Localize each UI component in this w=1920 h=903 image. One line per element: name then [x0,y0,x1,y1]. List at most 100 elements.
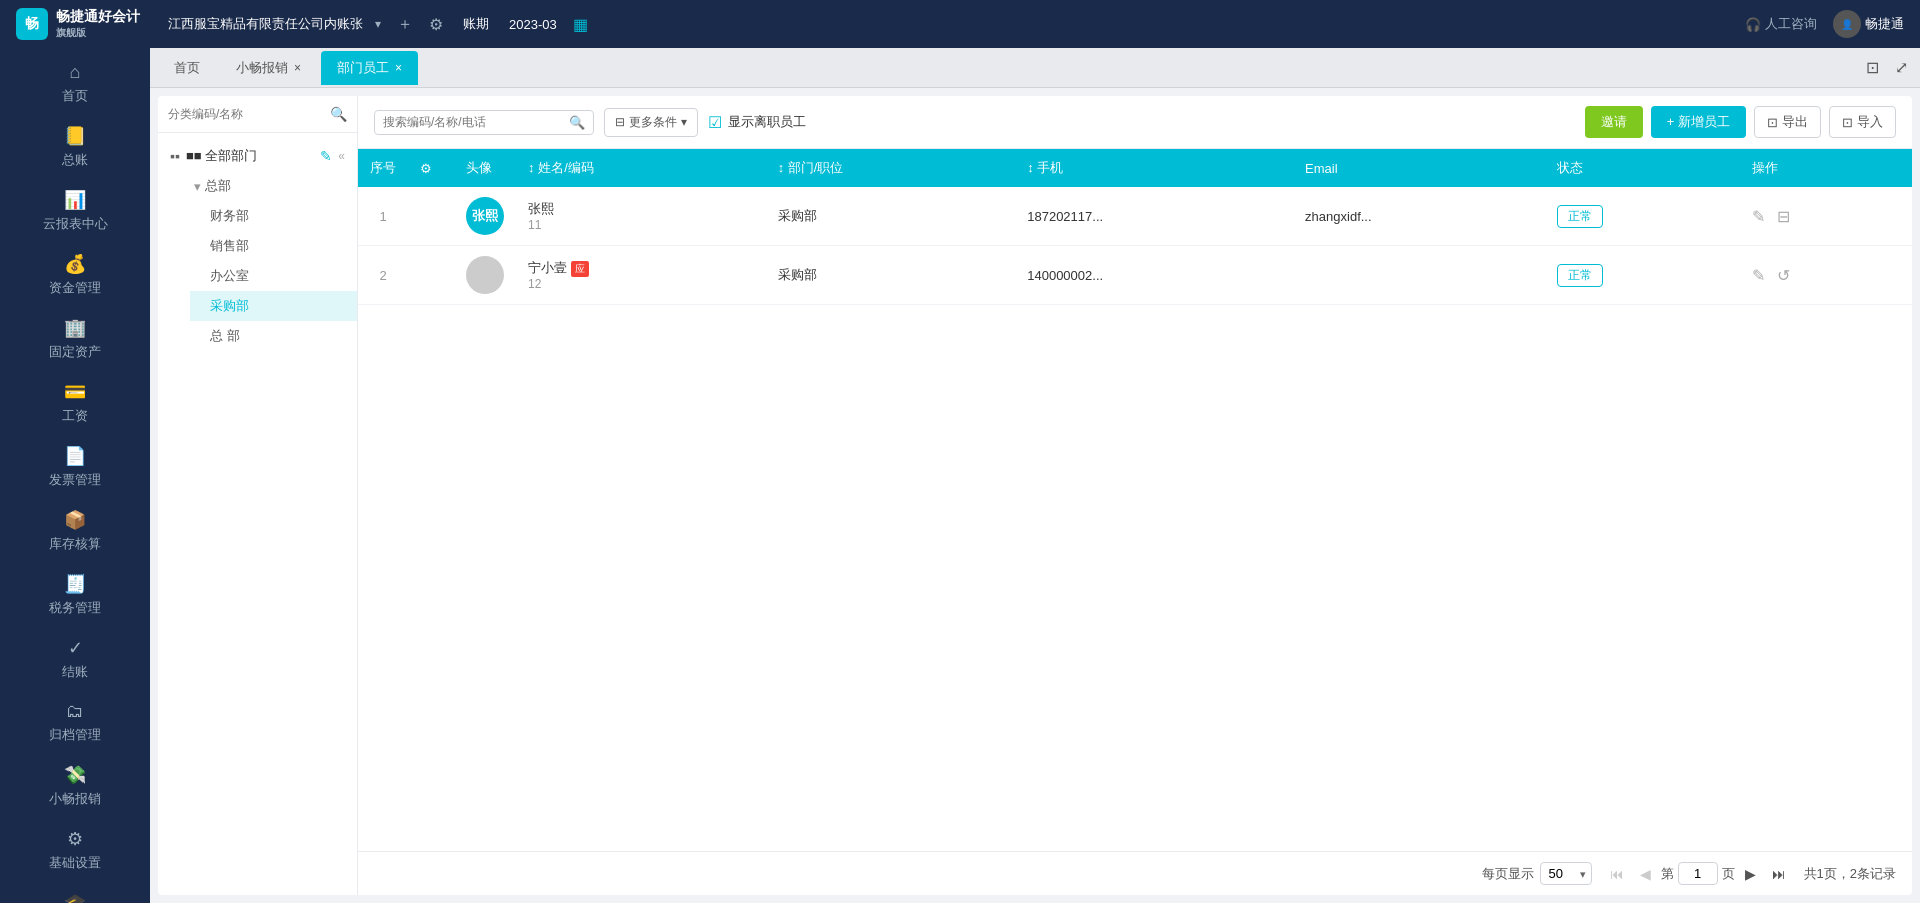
sidebar: ⌂ 首页 📒 总账 📊 云报表中心 💰 资金管理 🏢 固定资产 💳 工资 📄 发… [0,48,150,903]
employee-search-icon[interactable]: 🔍 [569,115,585,130]
per-page-selector: 每页显示 10 20 50 100 [1482,862,1592,885]
dept-search-input[interactable] [168,107,326,121]
logo-area: 畅 畅捷通好会计 旗舰版 [16,8,156,40]
sidebar-item-reports[interactable]: 📊 云报表中心 [0,179,150,243]
cell-actions: ✎⊟ [1740,187,1912,246]
dept-sales[interactable]: 销售部 [190,231,357,261]
edit-icon[interactable]: ✎ [1752,266,1765,285]
content-area: 首页 小畅报销 × 部门员工 × ⊡ ⤢ 🔍 [150,48,1920,903]
table-footer: 每页显示 10 20 50 100 ⏮ ◀ [358,851,1912,895]
sidebar-item-closing[interactable]: ✓ 结账 [0,627,150,691]
sidebar-label-invoice: 发票管理 [49,471,101,489]
tab-expense[interactable]: 小畅报销 × [220,51,317,85]
tab-home[interactable]: 首页 [158,51,216,85]
dept-tree: ▪▪ ■■ 全部部门 ✎ « ▾ 总部 财务部 [158,133,357,895]
col-mobile[interactable]: ↕ 手机 [1015,149,1293,187]
page-unit: 页 [1722,865,1735,883]
sidebar-label-funds: 资金管理 [49,279,101,297]
dept-collapse-icon[interactable]: « [338,149,345,163]
tab-department[interactable]: 部门员工 × [321,51,418,85]
more-filter-button[interactable]: ⊟ 更多条件 ▾ [604,108,698,137]
sidebar-item-home[interactable]: ⌂ 首页 [0,52,150,115]
sidebar-item-tax[interactable]: 🧾 税务管理 [0,563,150,627]
sidebar-item-expense[interactable]: 💸 小畅报销 [0,754,150,818]
delete-icon[interactable]: ⊟ [1777,207,1790,226]
next-page-button[interactable]: ▶ [1739,864,1762,884]
page-input[interactable] [1678,862,1718,885]
show-resign-toggle[interactable]: ☑ 显示离职员工 [708,113,806,132]
all-departments-label: ■■ 全部部门 [186,147,314,165]
invite-button[interactable]: 邀请 [1585,106,1643,138]
dept-purchasing[interactable]: 采购部 [190,291,357,321]
dept-office[interactable]: 办公室 [190,261,357,291]
sidebar-item-assets[interactable]: 🏢 固定资产 [0,307,150,371]
company-dropdown-icon[interactable]: ▾ [375,17,381,31]
service-label: 人工咨询 [1765,15,1817,33]
export-button[interactable]: ⊡ 导出 [1754,106,1821,138]
cell-avatar: 张熙 [454,187,516,246]
sidebar-item-invoice[interactable]: 📄 发票管理 [0,435,150,499]
app-title: 畅捷通好会计 [56,8,140,26]
sidebar-item-archive[interactable]: 🗂 归档管理 [0,691,150,754]
col-settings[interactable]: ⚙ [408,149,454,187]
ledger-icon: 📒 [64,125,86,147]
per-page-select[interactable]: 10 20 50 100 [1540,862,1592,885]
prev-page-button[interactable]: ◀ [1634,864,1657,884]
add-company-icon[interactable]: ＋ [397,14,413,35]
assets-icon: 🏢 [64,317,86,339]
guide-icon: 🎓 [64,892,86,903]
tab-department-label: 部门员工 [337,59,389,77]
dept-purchasing-label: 采购部 [210,297,249,315]
tab-expense-close[interactable]: × [294,61,301,75]
sidebar-item-funds[interactable]: 💰 资金管理 [0,243,150,307]
dept-parent-general[interactable]: ▾ 总部 [174,171,357,201]
delete-icon[interactable]: ↺ [1777,266,1790,285]
dept-finance[interactable]: 财务部 [190,201,357,231]
employee-search-input[interactable] [383,115,563,129]
col-actions: 操作 [1740,149,1912,187]
tab-department-close[interactable]: × [395,61,402,75]
sidebar-item-inventory[interactable]: 📦 库存核算 [0,499,150,563]
tab-expense-label: 小畅报销 [236,59,288,77]
page-label: 第 [1661,865,1674,883]
edit-icon[interactable]: ✎ [1752,207,1765,226]
import-button[interactable]: ⊡ 导入 [1829,106,1896,138]
headset-icon: 🎧 [1745,17,1761,32]
grid-icon: ▪▪ [170,148,180,164]
sidebar-item-guide[interactable]: 🎓 新手引导 [0,882,150,903]
sidebar-item-settings[interactable]: ⚙ 基础设置 [0,818,150,882]
col-name-code[interactable]: ↕ ↕ 姓名/编码姓名/编码 [516,149,766,187]
first-page-button[interactable]: ⏮ [1604,864,1630,884]
dept-edit-icon[interactable]: ✎ [320,148,332,164]
sidebar-item-ledger[interactable]: 📒 总账 [0,115,150,179]
user-menu[interactable]: 👤 畅捷通 [1833,10,1904,38]
tab-expand-button[interactable]: ⤢ [1891,54,1912,81]
all-departments-item[interactable]: ▪▪ ■■ 全部部门 ✎ « [158,141,357,171]
sidebar-label-home: 首页 [62,87,88,105]
svg-point-0 [477,262,493,278]
cell-status: 正常 [1545,187,1740,246]
company-name[interactable]: 江西服宝精品有限责任公司内账张 [168,15,363,33]
sidebar-label-reports: 云报表中心 [43,215,108,233]
last-page-button[interactable]: ⏭ [1766,864,1792,884]
calendar-icon[interactable]: ▦ [573,15,588,34]
service-button[interactable]: 🎧 人工咨询 [1745,15,1817,33]
tab-restore-button[interactable]: ⊡ [1862,54,1883,81]
add-employee-button[interactable]: + 新增员工 [1651,106,1746,138]
header-right: 🎧 人工咨询 👤 畅捷通 [1745,10,1904,38]
filter-icon: ⊟ [615,115,625,129]
dept-headquarters[interactable]: 总 部 [190,321,357,351]
header-settings-icon[interactable]: ⚙ [429,15,443,34]
app-subtitle: 旗舰版 [56,26,140,40]
sidebar-label-closing: 结账 [62,663,88,681]
cell-row-settings [408,246,454,305]
main-layout: ⌂ 首页 📒 总账 📊 云报表中心 💰 资金管理 🏢 固定资产 💳 工资 📄 发… [0,48,1920,903]
sidebar-label-salary: 工资 [62,407,88,425]
sidebar-item-salary[interactable]: 💳 工资 [0,371,150,435]
col-dept-position[interactable]: ↕ 部门/职位 [766,149,1016,187]
tab-bar-right: ⊡ ⤢ [1862,54,1912,81]
dept-office-label: 办公室 [210,267,249,285]
employee-name: 张熙 [528,200,754,218]
per-page-label: 每页显示 [1482,865,1534,883]
dept-search-icon[interactable]: 🔍 [330,106,347,122]
